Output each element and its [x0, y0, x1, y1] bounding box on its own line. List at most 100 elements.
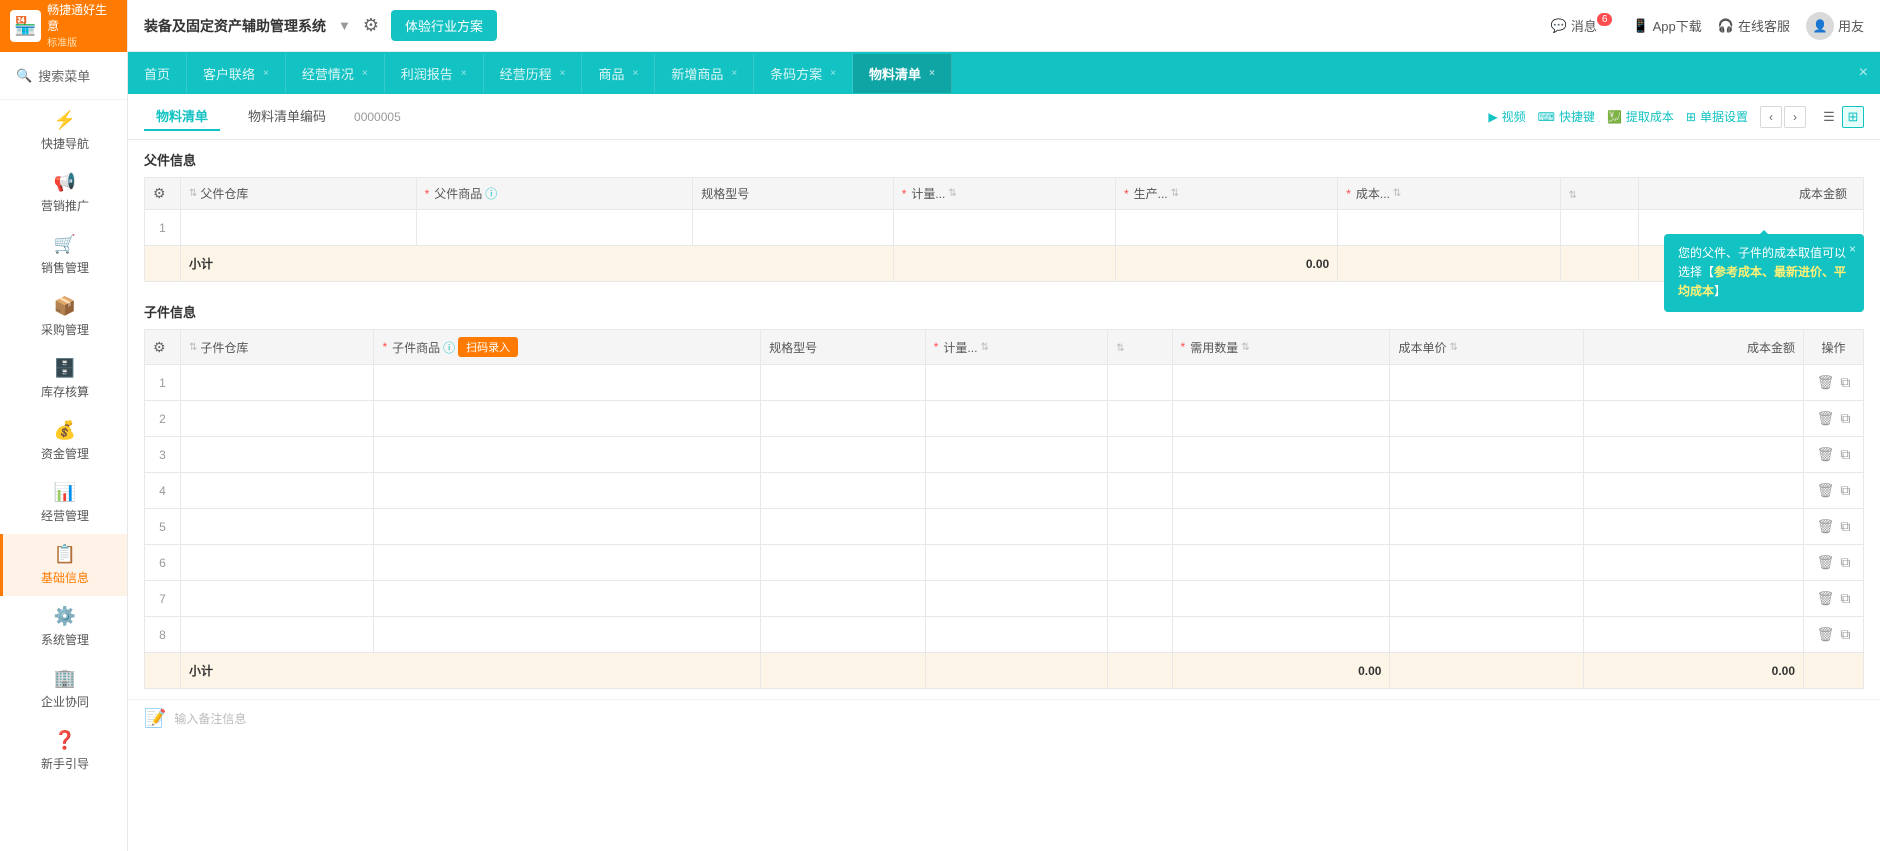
- tab-close-icon[interactable]: ×: [929, 68, 935, 79]
- app-download-button[interactable]: 📱 App下载: [1632, 16, 1701, 35]
- child-warehouse-cell-5[interactable]: [181, 509, 374, 545]
- sort-icon[interactable]: ⇅: [1450, 342, 1458, 353]
- delete-icon[interactable]: 🗑: [1817, 446, 1835, 463]
- list-view-button[interactable]: ☰: [1818, 106, 1840, 128]
- parent-cost-cell[interactable]: [1338, 210, 1560, 246]
- online-service-button[interactable]: 🎧 在线客服: [1718, 16, 1790, 35]
- sidebar-item-system[interactable]: ⚙️ 系统管理: [0, 596, 127, 658]
- sort-icon[interactable]: ⇅: [189, 342, 197, 353]
- child-spec-cell-1[interactable]: [761, 365, 926, 401]
- child-unit-cost-cell-7[interactable]: [1390, 581, 1584, 617]
- sort-icon[interactable]: ⇅: [1171, 188, 1179, 199]
- child-goods-cell-3[interactable]: [374, 437, 761, 473]
- parent-warehouse-cell[interactable]: [181, 210, 417, 246]
- child-needed-cell-8[interactable]: [1172, 617, 1390, 653]
- shortcut-button[interactable]: ⌨ 快捷键: [1538, 108, 1595, 125]
- copy-icon[interactable]: ⧉: [1840, 446, 1850, 463]
- sidebar-item-purchase[interactable]: 📦 采购管理: [0, 286, 127, 348]
- copy-icon[interactable]: ⧉: [1840, 626, 1850, 643]
- sidebar-item-guide[interactable]: ❓ 新手引导: [0, 720, 127, 782]
- extract-cost-button[interactable]: 💹 提取成本: [1607, 108, 1674, 125]
- sort-icon[interactable]: ⇅: [1569, 190, 1577, 201]
- child-unit-cost-cell-1[interactable]: [1390, 365, 1584, 401]
- sort-icon[interactable]: ⇅: [1116, 343, 1124, 354]
- child-goods-cell-8[interactable]: [374, 617, 761, 653]
- tab-bom[interactable]: 物料清单 ×: [853, 54, 952, 93]
- child-needed-cell-7[interactable]: [1172, 581, 1390, 617]
- copy-icon[interactable]: ⧉: [1840, 374, 1850, 391]
- child-spec-cell-8[interactable]: [761, 617, 926, 653]
- copy-icon[interactable]: ⧉: [1840, 482, 1850, 499]
- trial-button[interactable]: 体验行业方案: [391, 10, 497, 41]
- tab-home[interactable]: 首页: [128, 54, 187, 93]
- child-unit-cell-2[interactable]: [925, 401, 1108, 437]
- child-goods-cell-5[interactable]: [374, 509, 761, 545]
- col-settings-icon[interactable]: ⚙: [153, 185, 166, 201]
- child-unit-cost-cell-6[interactable]: [1390, 545, 1584, 581]
- sidebar-item-quick-nav[interactable]: ⚡ 快捷导航: [0, 100, 127, 162]
- tab-operation-history[interactable]: 经营历程 ×: [484, 54, 583, 93]
- note-placeholder[interactable]: 输入备注信息: [174, 710, 246, 727]
- delete-icon[interactable]: 🗑: [1817, 590, 1835, 607]
- child-spec-cell-5[interactable]: [761, 509, 926, 545]
- copy-icon[interactable]: ⧉: [1840, 518, 1850, 535]
- sort-icon[interactable]: ⇅: [980, 342, 988, 353]
- child-unit-cell-7[interactable]: [925, 581, 1108, 617]
- tab-barcode[interactable]: 条码方案 ×: [754, 54, 853, 93]
- sort-icon[interactable]: ⇅: [189, 188, 197, 199]
- delete-icon[interactable]: 🗑: [1817, 626, 1835, 643]
- child-goods-cell-7[interactable]: [374, 581, 761, 617]
- tab-close-icon[interactable]: ×: [632, 68, 638, 79]
- sub-tab-bom-list[interactable]: 物料清单: [144, 102, 220, 131]
- child-unit-cost-cell-5[interactable]: [1390, 509, 1584, 545]
- tab-goods[interactable]: 商品 ×: [582, 54, 655, 93]
- grid-view-button[interactable]: ⊞: [1842, 106, 1864, 128]
- tab-close-icon[interactable]: ×: [263, 68, 269, 79]
- parent-production-cell[interactable]: [1115, 210, 1337, 246]
- child-warehouse-cell-4[interactable]: [181, 473, 374, 509]
- prev-button[interactable]: ‹: [1760, 106, 1782, 128]
- sidebar-item-sales[interactable]: 🛒 销售管理: [0, 224, 127, 286]
- child-warehouse-cell-2[interactable]: [181, 401, 374, 437]
- tab-customers[interactable]: 客户联络 ×: [187, 54, 286, 93]
- child-unit-cell-8[interactable]: [925, 617, 1108, 653]
- child-needed-cell-4[interactable]: [1172, 473, 1390, 509]
- child-unit-cost-cell-2[interactable]: [1390, 401, 1584, 437]
- single-settings-button[interactable]: ⊞ 单据设置: [1686, 108, 1748, 125]
- tab-close-all-button[interactable]: ×: [1847, 64, 1880, 82]
- parent-unit-cell[interactable]: [893, 210, 1115, 246]
- child-warehouse-cell-7[interactable]: [181, 581, 374, 617]
- tab-close-icon[interactable]: ×: [830, 68, 836, 79]
- sidebar-item-basic-info[interactable]: 📋 基础信息: [0, 534, 127, 596]
- tab-new-goods[interactable]: 新增商品 ×: [655, 54, 754, 93]
- parent-goods-cell[interactable]: [416, 210, 693, 246]
- child-needed-cell-6[interactable]: [1172, 545, 1390, 581]
- child-spec-cell-3[interactable]: [761, 437, 926, 473]
- child-spec-cell-2[interactable]: [761, 401, 926, 437]
- video-button[interactable]: ▶ 视频: [1488, 108, 1525, 125]
- copy-icon[interactable]: ⧉: [1840, 554, 1850, 571]
- sidebar-item-operation[interactable]: 📊 经营管理: [0, 472, 127, 534]
- next-button[interactable]: ›: [1784, 106, 1806, 128]
- sort-icon[interactable]: ⇅: [948, 188, 956, 199]
- copy-icon[interactable]: ⧉: [1840, 590, 1850, 607]
- delete-icon[interactable]: 🗑: [1817, 482, 1835, 499]
- child-needed-cell-5[interactable]: [1172, 509, 1390, 545]
- child-warehouse-cell-1[interactable]: [181, 365, 374, 401]
- child-spec-cell-7[interactable]: [761, 581, 926, 617]
- child-spec-cell-4[interactable]: [761, 473, 926, 509]
- tab-close-icon[interactable]: ×: [362, 68, 368, 79]
- sidebar-item-finance[interactable]: 💰 资金管理: [0, 410, 127, 472]
- tab-close-icon[interactable]: ×: [731, 68, 737, 79]
- delete-icon[interactable]: 🗑: [1817, 374, 1835, 391]
- tab-close-icon[interactable]: ×: [560, 68, 566, 79]
- copy-icon[interactable]: ⧉: [1840, 410, 1850, 427]
- search-menu-button[interactable]: 🔍 搜索菜单: [8, 60, 119, 91]
- tab-operation-status[interactable]: 经营情况 ×: [286, 54, 385, 93]
- dropdown-arrow-icon[interactable]: ▼: [338, 18, 351, 33]
- child-warehouse-cell-8[interactable]: [181, 617, 374, 653]
- sub-tab-bom-code[interactable]: 物料清单编码: [236, 102, 338, 131]
- child-unit-cell-3[interactable]: [925, 437, 1108, 473]
- child-unit-cost-cell-3[interactable]: [1390, 437, 1584, 473]
- child-goods-cell-2[interactable]: [374, 401, 761, 437]
